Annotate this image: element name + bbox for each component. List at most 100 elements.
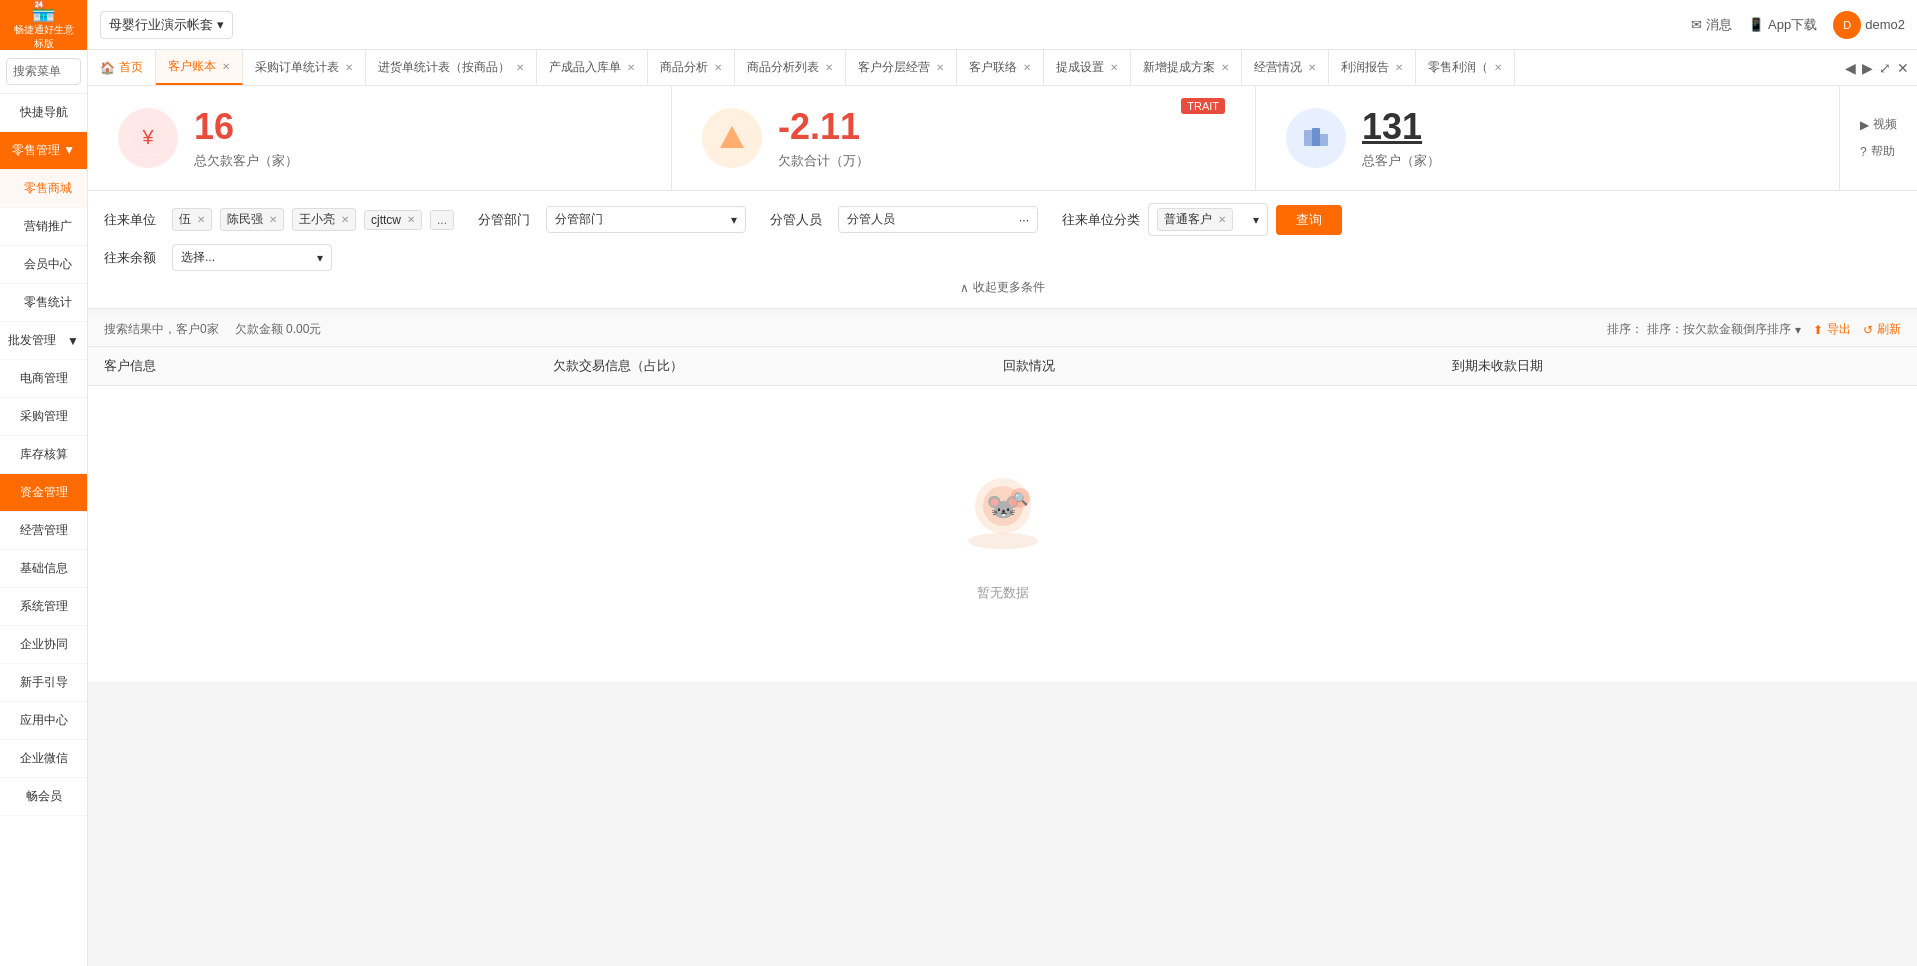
app-download-button[interactable]: 📱 App下载 [1748,16,1817,34]
sidebar-item-purchase[interactable]: 采购管理 [0,398,87,436]
account-arrow: ▾ [217,17,224,32]
filter-dept-select[interactable]: 分管部门 ▾ [546,206,746,233]
tag-unit-cat-remove[interactable]: ✕ [1218,214,1226,225]
topbar-right: ✉ 消息 📱 App下载 D demo2 [1691,11,1905,39]
sort-value: 排序：按欠款金额倒序排序 [1647,321,1791,338]
sidebar-item-retail-mgmt[interactable]: 零售管理 ▼ [0,132,87,170]
tab-customer-contact[interactable]: 客户联络 ✕ [957,50,1044,85]
stat-icon-debt [702,108,762,168]
tab-new-improve[interactable]: 新增提成方案 ✕ [1131,50,1242,85]
tab-goods-analysis-close[interactable]: ✕ [714,62,722,73]
filter-unit-cat-select[interactable]: 普通客户 ✕ ▾ [1148,203,1268,236]
filter-person-select[interactable]: 分管人员 ··· [838,206,1038,233]
sidebar-item-enterprise[interactable]: 企业协同 [0,626,87,664]
more-tags-btn[interactable]: ... [430,210,454,230]
tab-customer-contact-label: 客户联络 [969,59,1017,76]
sort-label: 排序： [1607,321,1643,338]
trait-badge: TRAIT [1181,98,1225,114]
tab-goods-list-close[interactable]: ✕ [825,62,833,73]
col-payment: 回款情况 [1003,357,1452,375]
stat-label-total: 总客户（家） [1362,152,1440,170]
tab-retail-profit-close[interactable]: ✕ [1494,62,1502,73]
account-name: 母婴行业演示帐套 [109,16,213,34]
filter-dept-label: 分管部门 [478,211,538,229]
tab-accounts[interactable]: 客户账本 ✕ [156,50,243,85]
sidebar: 🏪 畅捷通好生意 标版 搜索菜单 快捷导航 零售管理 ▼ 零售商城 营销推广 会… [0,0,88,966]
sidebar-item-retail-stat[interactable]: 零售统计 [0,284,87,322]
tab-home[interactable]: 🏠 首页 [88,50,156,85]
tabs-prev-icon[interactable]: ◀ [1845,60,1856,76]
tag-unit-1: 陈民强 ✕ [220,208,284,231]
tab-profit[interactable]: 利润报告 ✕ [1329,50,1416,85]
tab-improve-settings[interactable]: 提成设置 ✕ [1044,50,1131,85]
tab-stock-close[interactable]: ✕ [516,62,524,73]
account-selector[interactable]: 母婴行业演示帐套 ▾ [100,11,233,39]
sidebar-item-basic-info[interactable]: 基础信息 [0,550,87,588]
message-button[interactable]: ✉ 消息 [1691,16,1732,34]
sidebar-item-app-center[interactable]: 应用中心 [0,702,87,740]
sidebar-item-member[interactable]: 会员中心 [0,246,87,284]
help-link[interactable]: ? 帮助 [1860,143,1895,160]
filter-balance-select[interactable]: 选择... ▾ [172,244,332,271]
sidebar-item-ecommerce[interactable]: 电商管理 [0,360,87,398]
collapse-icon: ∧ [960,281,969,295]
tab-stock-stat[interactable]: 进货单统计表（按商品） ✕ [366,50,537,85]
empty-state: 🐭 🔍 暂无数据 [88,386,1917,682]
tag-unit-2-remove[interactable]: ✕ [341,214,349,225]
avatar: D [1833,11,1861,39]
sidebar-item-marketing[interactable]: 营销推广 [0,208,87,246]
app-download-label: App下载 [1768,16,1817,34]
tag-unit-0-remove[interactable]: ✕ [197,214,205,225]
tab-product-close[interactable]: ✕ [627,62,635,73]
tab-accounts-close[interactable]: ✕ [222,61,230,72]
tab-goods-analysis[interactable]: 商品分析 ✕ [648,50,735,85]
tab-retail-profit[interactable]: 零售利润（ ✕ [1416,50,1515,85]
tabs-actions: ◀ ▶ ⤢ ✕ [1837,60,1917,76]
main-container: 母婴行业演示帐套 ▾ ✉ 消息 📱 App下载 D demo2 🏠 首页 客户账… [88,0,1917,966]
refresh-button[interactable]: ↺ 刷新 [1863,321,1901,338]
search-menu-button[interactable]: 搜索菜单 [6,58,81,85]
search-result-right: 排序： 排序：按欠款金额倒序排序 ▾ ⬆ 导出 ↺ 刷新 [1607,321,1901,338]
tab-profit-close[interactable]: ✕ [1395,62,1403,73]
collapse-button[interactable]: ∧ 收起更多条件 [104,279,1901,296]
sort-button[interactable]: 排序： 排序：按欠款金额倒序排序 ▾ [1607,321,1801,338]
sidebar-item-inventory[interactable]: 库存核算 [0,436,87,474]
tab-accounts-label: 客户账本 [168,58,216,75]
sidebar-item-capital[interactable]: 资金管理 [0,474,87,512]
sidebar-item-sys-mgmt[interactable]: 系统管理 [0,588,87,626]
tab-operation-close[interactable]: ✕ [1308,62,1316,73]
sidebar-item-operation[interactable]: 经营管理 [0,512,87,550]
tab-operation[interactable]: 经营情况 ✕ [1242,50,1329,85]
sidebar-item-new-guide[interactable]: 新手引导 [0,664,87,702]
tab-new-improve-close[interactable]: ✕ [1221,62,1229,73]
tabs-close-all-icon[interactable]: ✕ [1897,60,1909,76]
col-customer-info: 客户信息 [104,357,553,375]
tab-customer-contact-close[interactable]: ✕ [1023,62,1031,73]
logo-subtitle: 标版 [34,37,54,51]
sidebar-item-enterprise-wechat[interactable]: 企业微信 [0,740,87,778]
svg-text:🔍: 🔍 [1012,491,1027,506]
video-link[interactable]: ▶ 视频 [1860,116,1897,133]
stat-card-debt: -2.11 欠款合计（万） TRAIT [672,86,1256,190]
tab-goods-list[interactable]: 商品分析列表 ✕ [735,50,846,85]
tab-product-in[interactable]: 产成品入库单 ✕ [537,50,648,85]
tab-customer-tier[interactable]: 客户分层经营 ✕ [846,50,957,85]
sidebar-item-member-vip[interactable]: 畅会员 [0,778,87,816]
stat-text-customers: 16 总欠款客户（家） [194,106,298,170]
export-button[interactable]: ⬆ 导出 [1813,321,1851,338]
sidebar-item-retail-mall[interactable]: 零售商城 [0,170,87,208]
sidebar-item-quick-nav[interactable]: 快捷导航 [0,94,87,132]
tab-improve-close[interactable]: ✕ [1110,62,1118,73]
tab-customer-tier-close[interactable]: ✕ [936,62,944,73]
tab-goods-analysis-label: 商品分析 [660,59,708,76]
stat-text-total: 131 总客户（家） [1362,106,1440,170]
tab-purchase-order[interactable]: 采购订单统计表 ✕ [243,50,366,85]
sidebar-item-wholesale[interactable]: 批发管理 ▼ [0,322,87,360]
tab-purchase-close[interactable]: ✕ [345,62,353,73]
tag-unit-1-remove[interactable]: ✕ [269,214,277,225]
tag-unit-3-remove[interactable]: ✕ [407,214,415,225]
tabs-expand-icon[interactable]: ⤢ [1879,60,1891,76]
tabs-next-icon[interactable]: ▶ [1862,60,1873,76]
user-area[interactable]: D demo2 [1833,11,1905,39]
query-button[interactable]: 查询 [1276,205,1342,235]
